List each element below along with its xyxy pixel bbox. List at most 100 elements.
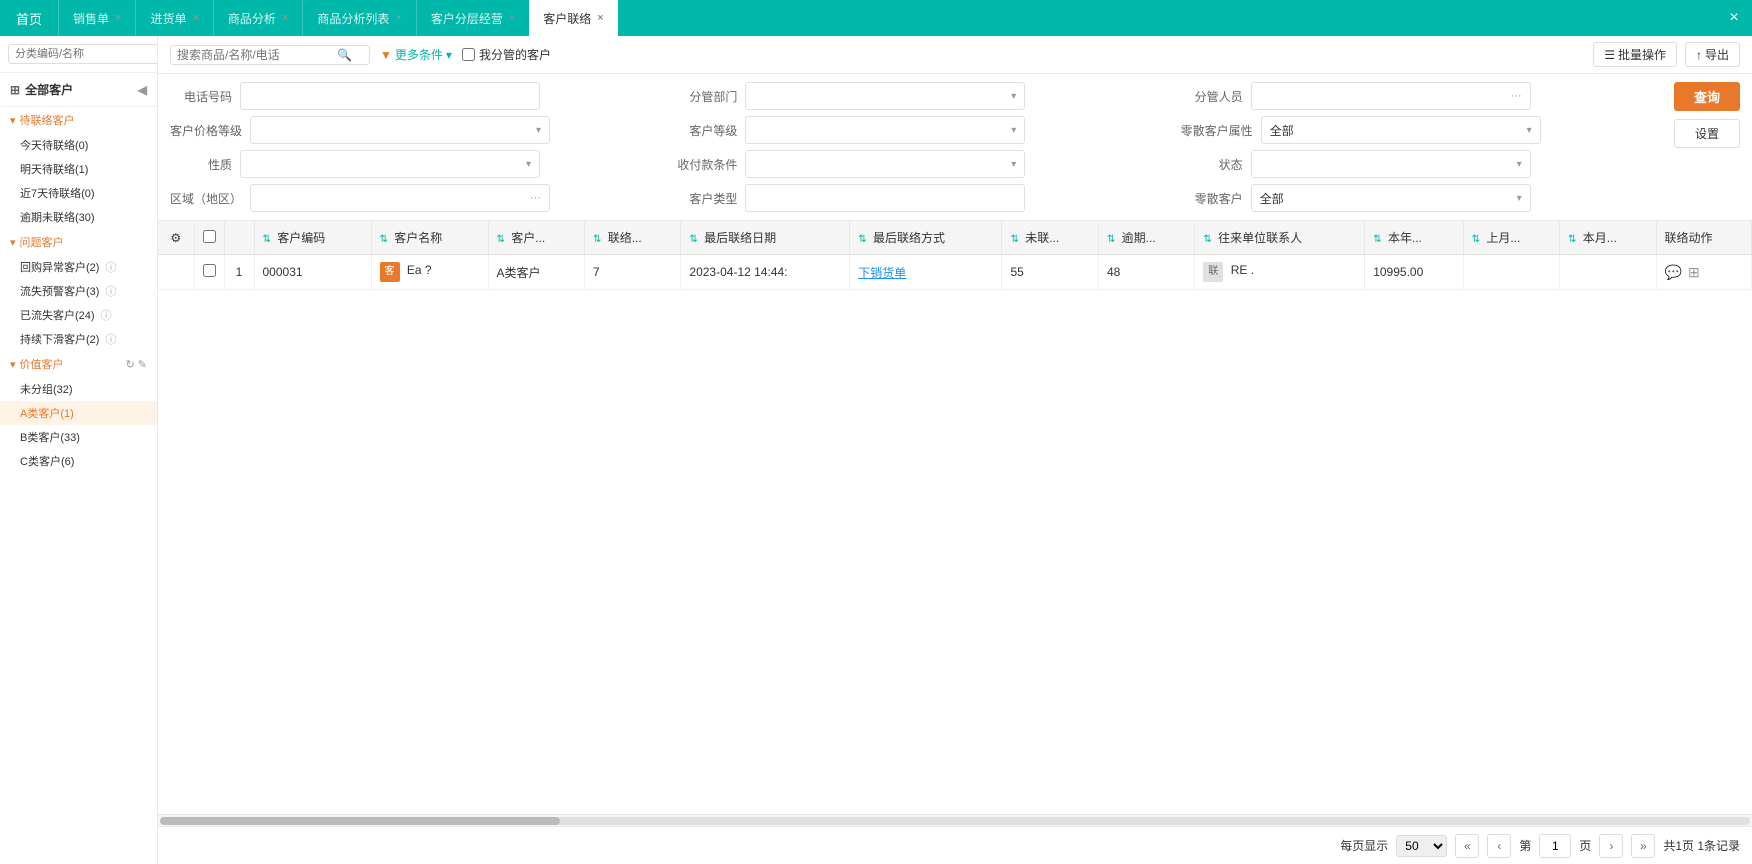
nav-tab-close[interactable]: ×: [597, 12, 603, 24]
th-overdue[interactable]: ⇅ 逾期...: [1098, 221, 1194, 255]
filter-input-person[interactable]: ···: [1251, 82, 1531, 110]
sidebar-item-tomorrow[interactable]: 明天待联络(1): [0, 157, 157, 181]
th-last-contact-date[interactable]: ⇅ 最后联络日期: [681, 221, 850, 255]
select-all-checkbox[interactable]: [203, 230, 216, 243]
window-close-button[interactable]: ×: [1716, 0, 1752, 36]
nav-tab-close[interactable]: ×: [395, 12, 401, 24]
nav-tab-customer-contact[interactable]: 客户联络 ×: [529, 0, 617, 36]
table-area: ⚙ ⇅ 客户编码 ⇅ 客户名称: [158, 221, 1752, 814]
next-page-button[interactable]: ›: [1599, 834, 1623, 858]
sidebar-item-abnormal[interactable]: 回购异常客户(2) ⓘ: [0, 255, 157, 279]
nav-tab-close[interactable]: ×: [192, 12, 198, 24]
query-button[interactable]: 查询: [1674, 82, 1740, 111]
th-this-month[interactable]: ⇅ 本月...: [1560, 221, 1656, 255]
filter-input-region[interactable]: ···: [250, 184, 550, 212]
nav-tab-close[interactable]: ×: [115, 12, 121, 24]
sidebar-item-a-class[interactable]: A类客户(1): [0, 401, 157, 425]
nav-tab-sales[interactable]: 销售单 ×: [58, 0, 135, 36]
dropdown-arrow-icon: ▾: [1011, 125, 1016, 136]
sidebar-item-ungrouped[interactable]: 未分组(32): [0, 377, 157, 401]
message-icon[interactable]: 💬: [1665, 264, 1682, 281]
prev-page-button[interactable]: ‹: [1487, 834, 1511, 858]
last-page-button[interactable]: »: [1631, 834, 1655, 858]
td-checkbox[interactable]: [194, 255, 224, 290]
sidebar-item-churned[interactable]: 已流失客户(24) ⓘ: [0, 303, 157, 327]
sidebar-item-overdue[interactable]: 逾期未联络(30): [0, 205, 157, 229]
th-this-year[interactable]: ⇅ 本年...: [1365, 221, 1463, 255]
td-last-contact-way[interactable]: 下销货单: [850, 255, 1002, 290]
sidebar-search-input[interactable]: [8, 44, 158, 64]
th-label: 最后联络方式: [873, 231, 945, 245]
filter-row-2: 客户价格等级 ▾ 客户等级 ▾: [170, 116, 1662, 144]
col-sort-icon: ⇅: [1010, 234, 1018, 245]
dropdown-arrow-icon: ▾: [1517, 159, 1522, 170]
th-label: 往来单位联系人: [1218, 231, 1302, 245]
sidebar-group-problem[interactable]: ▾ 问题客户: [0, 229, 157, 255]
dropdown-arrow-icon: ▾: [1011, 159, 1016, 170]
filter-input-retail-attr[interactable]: 全部 ▾: [1261, 116, 1541, 144]
nav-home[interactable]: 首页: [0, 0, 58, 36]
filter-label-customer-level: 客户等级: [675, 122, 745, 139]
edit-icon[interactable]: ✎: [138, 358, 147, 371]
settings-button[interactable]: 设置: [1674, 119, 1740, 148]
filter-input-nature[interactable]: ▾: [240, 150, 540, 178]
filter-input-retail[interactable]: 全部 ▾: [1251, 184, 1531, 212]
batch-icon: ☰: [1604, 48, 1615, 62]
filter-input-price-level[interactable]: ▾: [250, 116, 550, 144]
filter-search-input[interactable]: [177, 48, 337, 62]
th-contacts[interactable]: ⇅ 联络...: [584, 221, 680, 255]
th-last-month[interactable]: ⇅ 上月...: [1463, 221, 1559, 255]
sidebar-collapse-icon[interactable]: ◀: [138, 83, 147, 97]
refresh-icon[interactable]: ↻: [126, 358, 135, 371]
page-number-input[interactable]: [1539, 834, 1571, 858]
filter-input-customer-type[interactable]: [745, 184, 1025, 212]
nav-tab-customer-segment[interactable]: 客户分层经营 ×: [416, 0, 529, 36]
sidebar-group-value[interactable]: ▾ 价值客户 ↻ ✎: [0, 351, 157, 377]
qr-icon[interactable]: ⊞: [1688, 264, 1700, 281]
my-customers-check[interactable]: 我分管的客户: [462, 46, 551, 63]
filter-input-customer-level[interactable]: ▾: [745, 116, 1025, 144]
th-category[interactable]: ⇅ 客户...: [488, 221, 584, 255]
sidebar-item-churn-warn[interactable]: 流失预警客户(3) ⓘ: [0, 279, 157, 303]
nav-tab-close[interactable]: ×: [509, 12, 515, 24]
nav-tab-product-list[interactable]: 商品分析列表 ×: [302, 0, 415, 36]
filter-input-phone[interactable]: [240, 82, 540, 110]
row-checkbox[interactable]: [203, 264, 216, 277]
nav-tab-label: 销售单: [73, 10, 109, 27]
nav-tab-close[interactable]: ×: [282, 12, 288, 24]
th-checkbox[interactable]: [194, 221, 224, 255]
nav-tab-purchase[interactable]: 进货单 ×: [135, 0, 212, 36]
horizontal-scrollbar[interactable]: [158, 814, 1752, 826]
filter-input-dept[interactable]: ▾: [745, 82, 1025, 110]
page-size-select[interactable]: 50 100 200: [1396, 835, 1447, 857]
sidebar-item-c-class[interactable]: C类客户(6): [0, 449, 157, 473]
th-settings[interactable]: ⚙: [158, 221, 194, 255]
scrollbar-track: [160, 817, 1750, 825]
first-page-button[interactable]: «: [1455, 834, 1479, 858]
filter-search-icon[interactable]: 🔍: [337, 48, 352, 62]
scrollbar-thumb[interactable]: [160, 817, 560, 825]
content-area: 🔍 ▼ 更多条件 ▾ 我分管的客户 ☰ 批量操作 ↑ 导出: [158, 36, 1752, 864]
filter-input-status[interactable]: ▾: [1251, 150, 1531, 178]
td-actions: 💬 ⊞: [1656, 255, 1752, 290]
batch-op-button[interactable]: ☰ 批量操作: [1593, 42, 1677, 67]
my-customers-checkbox[interactable]: [462, 48, 475, 61]
export-button[interactable]: ↑ 导出: [1685, 42, 1740, 67]
th-last-contact-way[interactable]: ⇅ 最后联络方式: [850, 221, 1002, 255]
sidebar-item-week[interactable]: 近7天待联络(0): [0, 181, 157, 205]
th-code[interactable]: ⇅ 客户编码: [254, 221, 371, 255]
last-contact-way-link[interactable]: 下销货单: [858, 266, 906, 280]
filter-input-payment[interactable]: ▾: [745, 150, 1025, 178]
group-arrow-icon: ▾: [10, 236, 16, 249]
sidebar-group-pending[interactable]: ▾ 待联络客户: [0, 107, 157, 133]
th-name[interactable]: ⇅ 客户名称: [371, 221, 488, 255]
nav-tab-product-analysis[interactable]: 商品分析 ×: [213, 0, 302, 36]
sidebar: 🔍 ⊞ 全部客户 ◀ ▾ 待联络客户 今天待联络(0) 明天待联络(1) 近7天…: [0, 36, 158, 864]
filter-more-btn[interactable]: ▼ 更多条件 ▾: [380, 46, 452, 63]
sidebar-item-declining[interactable]: 持续下滑客户(2) ⓘ: [0, 327, 157, 351]
sidebar-item-b-class[interactable]: B类客户(33): [0, 425, 157, 449]
th-not-contacted[interactable]: ⇅ 未联...: [1002, 221, 1098, 255]
top-nav: 首页 销售单 × 进货单 × 商品分析 × 商品分析列表 × 客户分层经营 × …: [0, 0, 1752, 36]
th-unit-contacts[interactable]: ⇅ 往来单位联系人: [1195, 221, 1365, 255]
sidebar-item-today[interactable]: 今天待联络(0): [0, 133, 157, 157]
